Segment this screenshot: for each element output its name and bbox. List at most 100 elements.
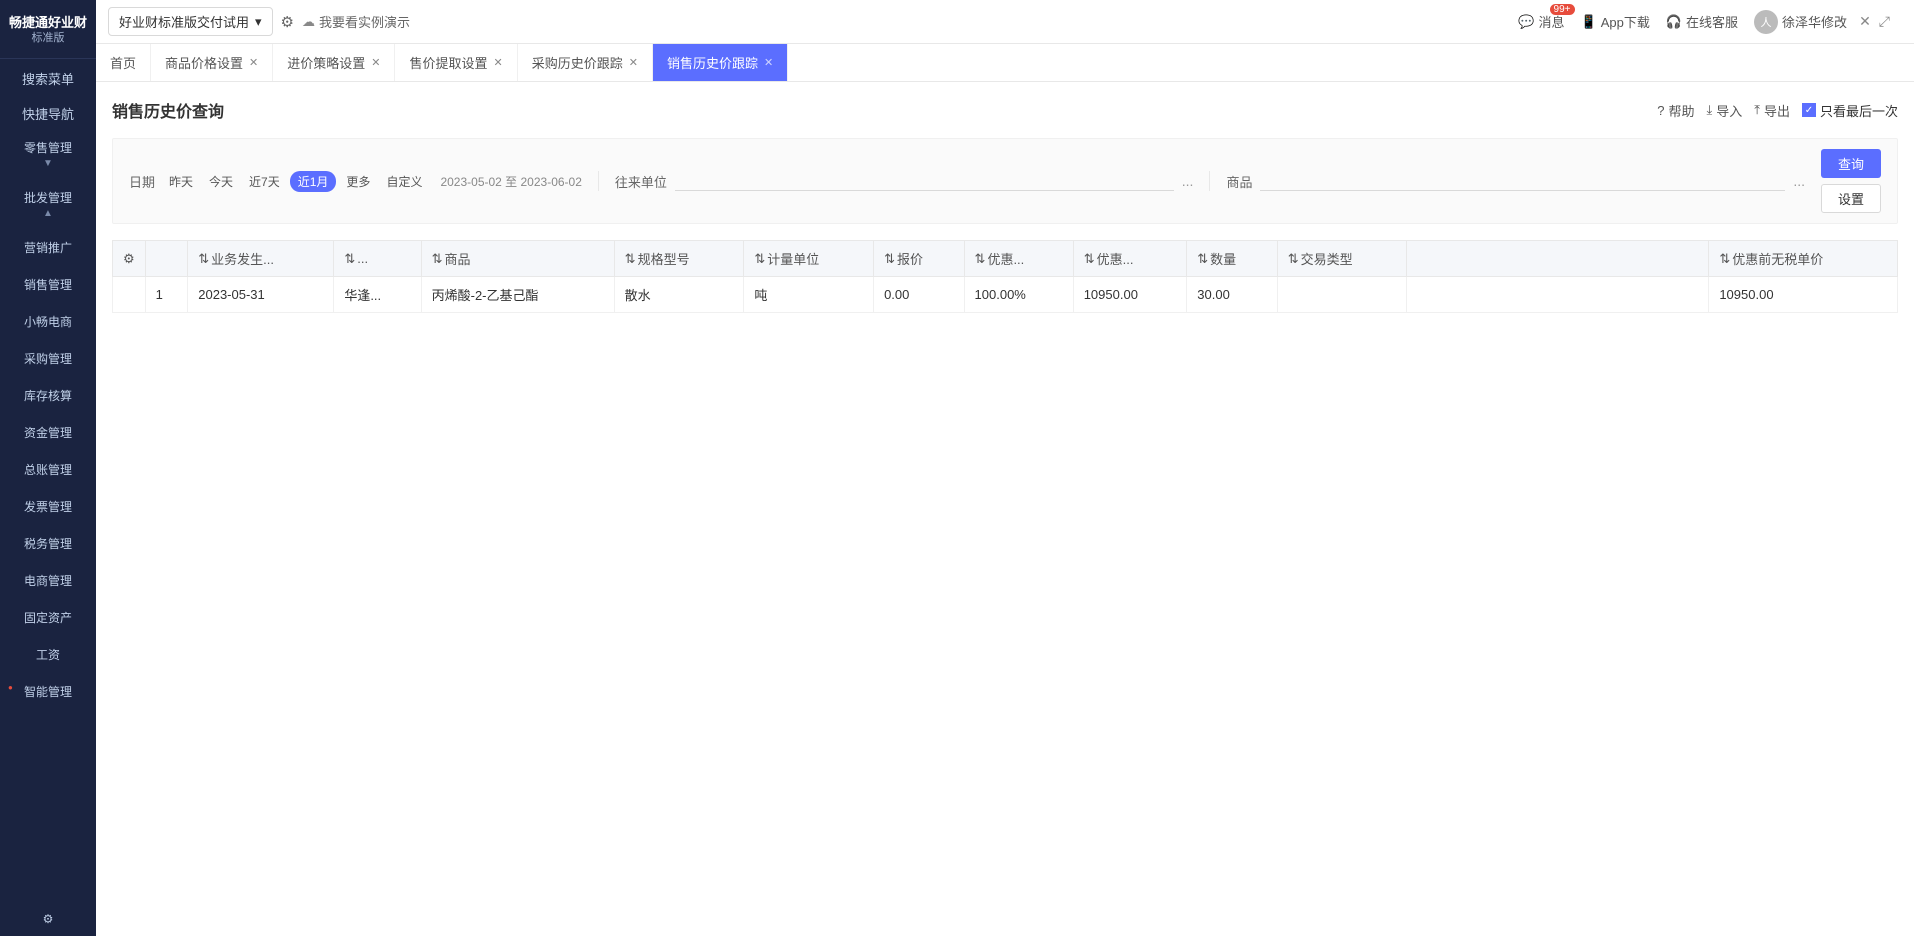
tab-close-purchase-history[interactable]: ✕ xyxy=(629,56,638,69)
tab-product-price[interactable]: 商品价格设置 ✕ xyxy=(151,44,273,82)
sidebar-item-label-wholesale: 批发管理 xyxy=(24,189,72,206)
company-selector[interactable]: 好业财标准版交付试用 ▾ xyxy=(108,7,273,36)
help-btn[interactable]: ? 帮助 xyxy=(1657,101,1694,120)
date-btn-more[interactable]: 更多 xyxy=(340,171,376,192)
tab-home[interactable]: 首页 xyxy=(96,44,151,82)
sidebar-item-ecommerce[interactable]: 电商管理 xyxy=(0,562,96,599)
sidebar-item-tax[interactable]: 税务管理 xyxy=(0,525,96,562)
td-pretax-price: 10950.00 xyxy=(1709,277,1898,313)
th-business-date[interactable]: ⇅ 业务发生... xyxy=(188,241,334,277)
sidebar-item-wholesale[interactable]: 批发管理 ▲ xyxy=(0,179,96,229)
import-btn[interactable]: ⤓ 导入 xyxy=(1706,101,1742,120)
app-logo: 畅捷通好业财 标准版 xyxy=(0,0,96,59)
product-input[interactable] xyxy=(1260,171,1785,191)
customer-service-btn[interactable]: 🎧 在线客服 xyxy=(1666,12,1738,31)
sidebar-settings[interactable]: ⚙ xyxy=(0,902,96,936)
th-unit[interactable]: ⇅ 计量单位 xyxy=(744,241,874,277)
sidebar-item-label-inventory: 库存核算 xyxy=(24,387,72,404)
table-body: 1 2023-05-31 华逢... 丙烯酸-2-乙基己酯 散水 吨 0.00 … xyxy=(113,277,1898,313)
th-discount-amt-label: 优惠... xyxy=(1097,249,1134,268)
sort-icon-product: ⇅ xyxy=(432,251,443,267)
tab-purchase-history[interactable]: 采购历史价跟踪 ✕ xyxy=(518,44,653,82)
th-discount-amt[interactable]: ⇅ 优惠... xyxy=(1073,241,1187,277)
user-menu[interactable]: 人 徐泽华修改 xyxy=(1754,10,1847,34)
client-dots[interactable]: ... xyxy=(1182,173,1194,189)
topbar-left: 好业财标准版交付试用 ▾ ⚙ ☁ 我要看实例演示 xyxy=(108,7,1518,36)
date-btn-custom[interactable]: 自定义 xyxy=(380,171,428,192)
th-more-col[interactable]: ⇅ ... xyxy=(334,241,421,277)
sidebar-item-ecommerce-small[interactable]: 小畅电商 xyxy=(0,303,96,340)
th-price[interactable]: ⇅ 报价 xyxy=(874,241,964,277)
app-name-line2: 标准版 xyxy=(8,31,88,46)
sort-up-icon: ⇅ xyxy=(198,251,209,267)
export-btn[interactable]: ⤒ 导出 xyxy=(1754,101,1790,120)
td-trade-type xyxy=(1277,277,1407,313)
td-price: 0.00 xyxy=(874,277,964,313)
tab-close-product-price[interactable]: ✕ xyxy=(249,56,258,69)
td-spec: 散水 xyxy=(614,277,744,313)
sidebar-item-sales[interactable]: 销售管理 xyxy=(0,266,96,303)
tab-close-price-strategy[interactable]: ✕ xyxy=(371,56,380,69)
topbar-gear-icon[interactable]: ⚙ xyxy=(281,13,294,31)
app-name-line1: 畅捷通好业财 xyxy=(8,12,88,31)
sidebar-item-general-ledger[interactable]: 总账管理 xyxy=(0,451,96,488)
sidebar-item-finance[interactable]: 资金管理 xyxy=(0,414,96,451)
th-spec-label: 规格型号 xyxy=(638,249,690,268)
close-icon[interactable]: ✕ xyxy=(1859,13,1871,30)
sidebar-quicknav[interactable]: 快捷导航 xyxy=(0,98,96,129)
th-spec[interactable]: ⇅ 规格型号 xyxy=(614,241,744,277)
message-btn[interactable]: 💬 消息 99+ xyxy=(1518,12,1564,31)
th-quantity[interactable]: ⇅ 数量 xyxy=(1187,241,1277,277)
only-last-checkbox[interactable]: 只看最后一次 xyxy=(1802,101,1898,120)
sidebar-item-fixed-assets[interactable]: 固定资产 xyxy=(0,599,96,636)
filter-divider-1 xyxy=(598,171,599,191)
date-btn-last1month[interactable]: 近1月 xyxy=(290,171,337,192)
maximize-icon[interactable]: ⤢ xyxy=(1879,13,1890,30)
sidebar-item-label-smart: 智能管理 xyxy=(24,683,72,700)
filter-bar: 日期 昨天 今天 近7天 近1月 更多 自定义 2023-05-02 至 202… xyxy=(112,138,1898,224)
sidebar-item-salary[interactable]: 工资 xyxy=(0,636,96,673)
th-product[interactable]: ⇅ 商品 xyxy=(421,241,614,277)
th-spacer xyxy=(1407,241,1709,277)
app-download-btn[interactable]: 📱 App下载 xyxy=(1581,12,1650,31)
query-btn[interactable]: 查询 xyxy=(1821,149,1881,178)
export-label: 导出 xyxy=(1764,101,1790,120)
th-trade-type[interactable]: ⇅ 交易类型 xyxy=(1277,241,1407,277)
th-seq xyxy=(145,241,188,277)
sidebar-item-invoice[interactable]: 发票管理 xyxy=(0,488,96,525)
th-discount-rate[interactable]: ⇅ 优惠... xyxy=(964,241,1073,277)
tab-sales-history[interactable]: 销售历史价跟踪 ✕ xyxy=(653,44,788,82)
client-input[interactable] xyxy=(675,171,1174,191)
sidebar-item-purchase[interactable]: 采购管理 xyxy=(0,340,96,377)
demo-label: 我要看实例演示 xyxy=(319,12,410,31)
tab-close-price-extract[interactable]: ✕ xyxy=(494,56,503,69)
date-btn-yesterday[interactable]: 昨天 xyxy=(163,171,199,192)
page-title: 销售历史价查询 xyxy=(112,98,224,122)
help-label: 帮助 xyxy=(1668,101,1694,120)
th-more-col-label: ... xyxy=(357,251,368,266)
message-icon: 💬 xyxy=(1518,14,1534,30)
sidebar-search[interactable]: 搜索菜单 xyxy=(0,59,96,98)
user-avatar: 人 xyxy=(1754,10,1778,34)
th-pretax-price[interactable]: ⇅ 优惠前无税单价 xyxy=(1709,241,1898,277)
demo-btn[interactable]: ☁ 我要看实例演示 xyxy=(302,12,410,31)
date-btn-today[interactable]: 今天 xyxy=(203,171,239,192)
tab-price-extract[interactable]: 售价提取设置 ✕ xyxy=(395,44,517,82)
sidebar-item-marketing[interactable]: 营销推广 xyxy=(0,229,96,266)
td-product: 丙烯酸-2-乙基己酯 xyxy=(421,277,614,313)
sidebar-item-inventory[interactable]: 库存核算 xyxy=(0,377,96,414)
checkbox-icon xyxy=(1802,103,1816,117)
tab-close-sales-history[interactable]: ✕ xyxy=(764,56,773,69)
date-btn-last7[interactable]: 近7天 xyxy=(243,171,286,192)
help-icon: ? xyxy=(1657,103,1664,118)
product-dots[interactable]: ... xyxy=(1793,173,1805,189)
date-range-display: 2023-05-02 至 2023-06-02 xyxy=(440,173,581,190)
sidebar-item-smart[interactable]: 智能管理 xyxy=(0,673,96,710)
tab-price-strategy[interactable]: 进价策略设置 ✕ xyxy=(273,44,395,82)
th-gear[interactable]: ⚙ xyxy=(113,241,146,277)
sort-icon-more: ⇅ xyxy=(344,251,355,267)
sidebar-item-label-finance: 资金管理 xyxy=(24,424,72,441)
setting-btn[interactable]: 设置 xyxy=(1821,184,1881,213)
sidebar-item-retail[interactable]: 零售管理 ▼ xyxy=(0,129,96,179)
client-filter-group: 往来单位 ... xyxy=(615,171,1194,191)
